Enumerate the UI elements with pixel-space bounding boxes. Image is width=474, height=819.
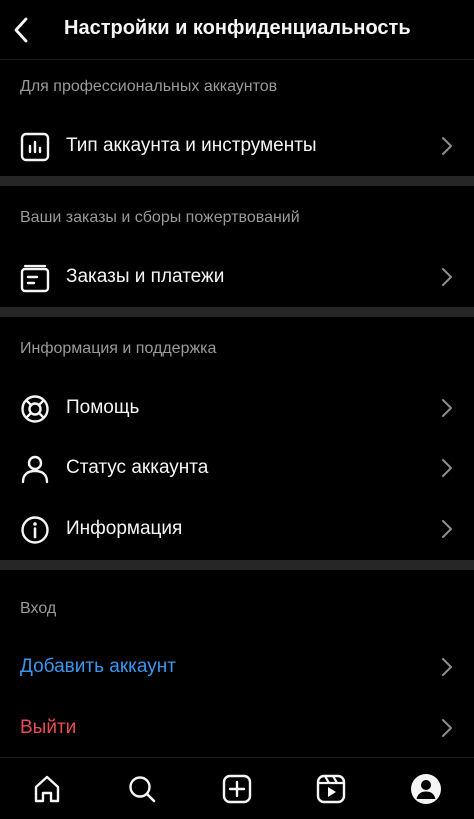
section-label-support: Информация и поддержка: [20, 340, 217, 357]
create-icon: [222, 774, 252, 804]
lifebuoy-icon: [19, 393, 51, 425]
menu-item-label: Помощь: [66, 397, 140, 418]
back-button[interactable]: [4, 10, 38, 50]
tab-home[interactable]: [30, 772, 64, 806]
section-label-login: Вход: [20, 600, 57, 617]
chevron-right-icon: [440, 135, 454, 157]
section-divider: [0, 307, 474, 317]
bar-chart-icon: [19, 131, 51, 163]
menu-item-label: Тип аккаунта и инструменты: [66, 135, 317, 156]
section-label-orders: Ваши заказы и сборы пожертвований: [20, 209, 300, 226]
menu-item-account-status[interactable]: Статус аккаунта: [0, 439, 474, 497]
tab-search[interactable]: [125, 772, 159, 806]
menu-item-help[interactable]: Помощь: [0, 379, 474, 437]
tab-reels[interactable]: [314, 772, 348, 806]
home-icon: [34, 775, 60, 803]
section-divider: [0, 176, 474, 186]
bottom-tab-bar: [0, 757, 474, 819]
section-divider: [0, 560, 474, 570]
chevron-left-icon: [14, 17, 28, 43]
profile-icon: [411, 774, 441, 804]
search-icon: [129, 776, 156, 803]
tab-create[interactable]: [220, 772, 254, 806]
add-account-label: Добавить аккаунт: [20, 656, 176, 677]
logout-button[interactable]: Выйти: [0, 699, 474, 757]
chevron-right-icon: [440, 717, 454, 739]
reels-icon: [316, 774, 346, 804]
logout-label: Выйти: [20, 717, 77, 738]
menu-item-label: Информация: [66, 518, 183, 539]
chevron-right-icon: [440, 457, 454, 479]
menu-item-account-type[interactable]: Тип аккаунта и инструменты: [0, 117, 474, 175]
chevron-right-icon: [440, 656, 454, 678]
tab-profile[interactable]: [409, 772, 443, 806]
menu-item-orders-payments[interactable]: Заказы и платежи: [0, 248, 474, 306]
chevron-right-icon: [440, 266, 454, 288]
menu-item-label: Заказы и платежи: [66, 266, 225, 287]
person-icon: [19, 453, 51, 485]
page-title: Настройки и конфиденциальность: [64, 17, 411, 39]
section-label-professional: Для профессиональных аккаунтов: [20, 78, 278, 95]
menu-item-information[interactable]: Информация: [0, 500, 474, 558]
receipt-icon: [19, 262, 51, 294]
add-account-button[interactable]: Добавить аккаунт: [0, 638, 474, 696]
chevron-right-icon: [440, 518, 454, 540]
menu-item-label: Статус аккаунта: [66, 457, 209, 478]
header: Настройки и конфиденциальность: [0, 0, 474, 60]
chevron-right-icon: [440, 397, 454, 419]
info-icon: [19, 514, 51, 546]
